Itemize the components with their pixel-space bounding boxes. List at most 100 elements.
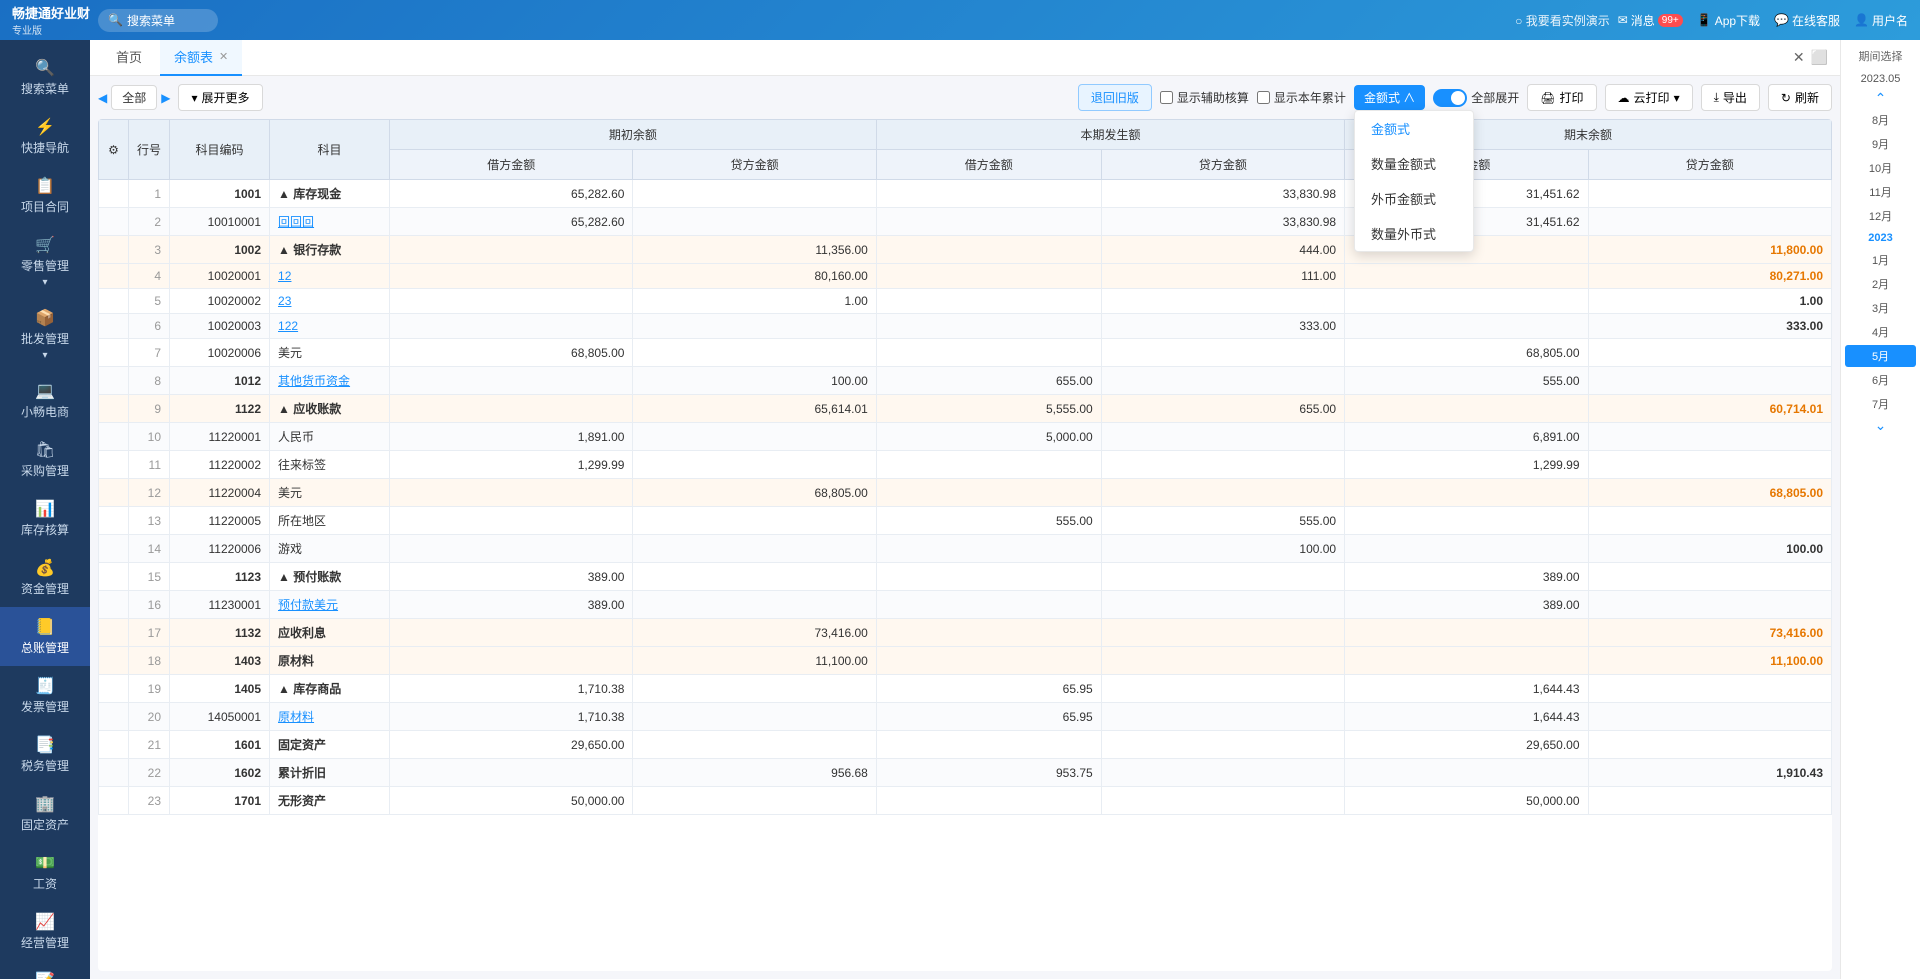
cell-cp-credit — [1101, 367, 1344, 395]
settings-icon[interactable]: ⚙ — [108, 143, 119, 157]
cell-subject[interactable]: 其他货币资金 — [270, 367, 390, 395]
menu-item-foreign-amount[interactable]: 外币金额式 — [1355, 181, 1473, 216]
sidebar-item-invoice[interactable]: 🧾 发票管理 — [0, 666, 90, 725]
toolbar: ◀ 全部 ▶ ▾ 展开更多 退回旧版 显示辅助核算 — [98, 84, 1832, 111]
menu-item-amount[interactable]: 金额式 — [1355, 111, 1473, 146]
online-service-button[interactable]: 💬 在线客服 — [1774, 12, 1840, 29]
cell-cp-debit — [876, 289, 1101, 314]
cell-cp-credit — [1101, 423, 1344, 451]
cell-ob-credit — [633, 675, 876, 703]
back-arrow[interactable]: ◀ — [98, 91, 107, 105]
cloud-print-button[interactable]: ☁ 云打印 ▾ — [1605, 84, 1693, 111]
user-avatar[interactable]: 👤 用户名 — [1854, 12, 1908, 29]
cell-subject[interactable]: 回回回 — [270, 208, 390, 236]
period-item-11[interactable]: 11月 — [1845, 181, 1916, 203]
period-up-nav[interactable]: ⌃ — [1875, 90, 1887, 107]
cell-cp-debit: 5,555.00 — [876, 395, 1101, 423]
sidebar-item-tax[interactable]: 📑 税务管理 — [0, 725, 90, 784]
period-item-6[interactable]: 6月 — [1845, 369, 1916, 391]
sidebar-item-project[interactable]: 📋 项目合同 — [0, 166, 90, 225]
tab-home[interactable]: 首页 — [102, 40, 156, 76]
period-item-2023-05[interactable]: 2023.05 — [1845, 70, 1916, 88]
period-item-12[interactable]: 12月 — [1845, 205, 1916, 227]
tab-close-button[interactable]: ✕ — [219, 50, 228, 63]
return-old-button[interactable]: 退回旧版 — [1078, 84, 1152, 111]
tab-balance[interactable]: 余额表 ✕ — [160, 40, 242, 76]
amount-style-dropdown[interactable]: 金额式 ∧ 金额式 数量金额式 外币金额式 数量外币式 — [1354, 85, 1425, 110]
cell-empty — [99, 423, 129, 451]
cell-ob-credit: 80,160.00 — [633, 264, 876, 289]
forward-arrow[interactable]: ▶ — [161, 91, 170, 105]
period-item-1[interactable]: 1月 — [1845, 249, 1916, 271]
cell-empty — [99, 731, 129, 759]
panel-expand-button[interactable]: ⬜ — [1811, 49, 1828, 66]
sidebar-item-wholesale[interactable]: 📦 批发管理 ▾ — [0, 298, 90, 371]
period-item-8[interactable]: 8月 — [1845, 109, 1916, 131]
period-item-10[interactable]: 10月 — [1845, 157, 1916, 179]
sidebar-label: 快捷导航 — [4, 139, 86, 156]
toggle-switch[interactable] — [1433, 89, 1467, 107]
period-item-3[interactable]: 3月 — [1845, 297, 1916, 319]
sidebar-item-reports[interactable]: 📝 小畅报销 — [0, 961, 90, 979]
show-ytd-checkbox[interactable]: 显示本年累计 — [1257, 89, 1346, 106]
cell-ob-credit: 65,614.01 — [633, 395, 876, 423]
export-button[interactable]: ⤓ 导出 — [1701, 84, 1760, 111]
period-down-nav[interactable]: ⌄ — [1875, 417, 1887, 434]
sidebar-item-quick-nav[interactable]: ⚡ 快捷导航 — [0, 107, 90, 166]
panel-close-button[interactable]: ✕ — [1793, 49, 1805, 66]
show-auxiliary-checkbox[interactable]: 显示辅助核算 — [1160, 89, 1249, 106]
menu-item-qty-foreign[interactable]: 数量外币式 — [1355, 216, 1473, 251]
table-row: 210010001回回回65,282.6033,830.9831,451.62 — [99, 208, 1832, 236]
auxiliary-checkbox-input[interactable] — [1160, 91, 1173, 104]
expand-more-button[interactable]: ▾ 展开更多 — [178, 84, 262, 111]
sidebar-label: 总账管理 — [4, 639, 86, 656]
search-bar[interactable]: 🔍 搜索菜单 — [98, 9, 218, 32]
cell-empty — [99, 264, 129, 289]
cell-cb-credit — [1588, 787, 1831, 815]
period-item-4[interactable]: 4月 — [1845, 321, 1916, 343]
cell-ob-credit — [633, 423, 876, 451]
period-item-2023[interactable]: 2023 — [1845, 229, 1916, 247]
app-download-button[interactable]: 📱 App下载 — [1697, 12, 1760, 29]
cell-cb-credit: 68,805.00 — [1588, 479, 1831, 507]
refresh-button[interactable]: ↻ 刷新 — [1768, 84, 1832, 111]
all-filter[interactable]: 全部 — [111, 85, 157, 110]
cell-subject[interactable]: 原材料 — [270, 703, 390, 731]
cell-subject[interactable]: 122 — [270, 314, 390, 339]
menu-item-qty-amount[interactable]: 数量金额式 — [1355, 146, 1473, 181]
sidebar-item-fixed-assets[interactable]: 🏢 固定资产 — [0, 784, 90, 843]
sidebar-item-ecommerce[interactable]: 💻 小畅电商 — [0, 371, 90, 430]
full-expand-toggle[interactable]: 全部展开 — [1433, 89, 1519, 107]
cell-ob-debit: 50,000.00 — [390, 787, 633, 815]
demo-link[interactable]: ○ 我要看实例演示 — [1515, 12, 1610, 29]
amount-style-button[interactable]: 金额式 ∧ — [1354, 85, 1425, 110]
sidebar-item-operations[interactable]: 📈 经营管理 — [0, 902, 90, 961]
th-ob-debit: 借方金额 — [390, 150, 633, 180]
sidebar-item-inventory[interactable]: 📊 库存核算 — [0, 489, 90, 548]
sidebar-item-accounting[interactable]: 📒 总账管理 — [0, 607, 90, 666]
cell-cp-credit — [1101, 619, 1344, 647]
cell-code: 1405 — [170, 675, 270, 703]
ytd-checkbox-input[interactable] — [1257, 91, 1270, 104]
sidebar-item-capital[interactable]: 💰 资金管理 — [0, 548, 90, 607]
cell-subject[interactable]: 预付款美元 — [270, 591, 390, 619]
print-button[interactable]: 🖨 打印 — [1527, 84, 1596, 111]
message-button[interactable]: ✉ 消息 99+ — [1618, 12, 1683, 29]
sidebar-item-search[interactable]: 🔍 搜索菜单 — [0, 48, 90, 107]
period-item-9[interactable]: 9月 — [1845, 133, 1916, 155]
th-settings[interactable]: ⚙ — [99, 120, 129, 180]
sidebar-item-retail[interactable]: 🛒 零售管理 ▾ — [0, 225, 90, 298]
sidebar-item-payroll[interactable]: 💵 工资 — [0, 843, 90, 902]
purchase-icon: 🛍 — [4, 440, 86, 460]
cell-cp-credit: 100.00 — [1101, 535, 1344, 563]
th-cp-debit: 借方金额 — [876, 150, 1101, 180]
cell-cb-credit: 333.00 — [1588, 314, 1831, 339]
period-item-7[interactable]: 7月 — [1845, 393, 1916, 415]
sidebar-item-purchase[interactable]: 🛍 采购管理 — [0, 430, 90, 489]
period-item-5[interactable]: 5月 — [1845, 345, 1916, 367]
cell-ob-credit: 1.00 — [633, 289, 876, 314]
cell-subject[interactable]: 12 — [270, 264, 390, 289]
cell-cp-debit — [876, 591, 1101, 619]
cell-subject[interactable]: 23 — [270, 289, 390, 314]
period-item-2[interactable]: 2月 — [1845, 273, 1916, 295]
